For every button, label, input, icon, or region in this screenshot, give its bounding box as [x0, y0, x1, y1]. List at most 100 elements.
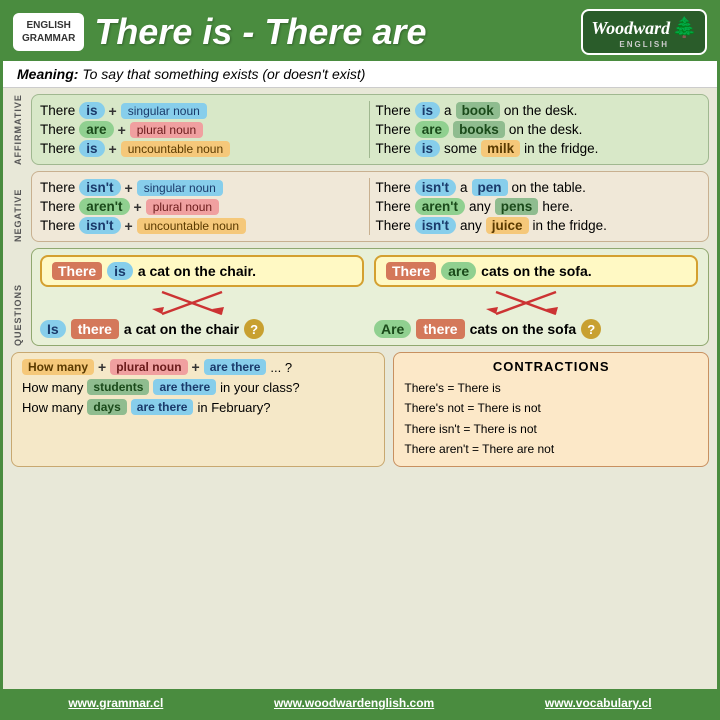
q-statement-right: There are cats on the sofa. [374, 255, 698, 287]
ex-books: books [453, 121, 505, 138]
hm-students: students [87, 379, 149, 395]
ex-end-2: on the desk. [509, 122, 583, 137]
how-many-section: How many + plural noun + are there ... ?… [11, 352, 385, 467]
questions-inner: There is a cat on the chair. [40, 255, 698, 339]
q-statement-left: There is a cat on the chair. [40, 255, 364, 287]
neg-divider [369, 178, 370, 235]
hm-arethere-2: are there [153, 379, 216, 395]
negative-label: NEGATIVE [11, 171, 25, 242]
hm-row-1: How many + plural noun + are there ... ? [22, 359, 374, 375]
negative-wrapper: NEGATIVE There isn't + singular noun The… [11, 171, 709, 242]
q-are-stmt-right: are [441, 262, 476, 280]
neg-ex-there-1: There [376, 180, 411, 195]
hm-plus-1b: + [192, 359, 200, 375]
affirmative-wrapper: AFFIRMATIVE There is + singular noun The… [11, 94, 709, 165]
questions-label: QUESTIONS [11, 248, 25, 346]
footer: www.grammar.cl www.woodwardenglish.com w… [3, 689, 717, 717]
meaning-label: Meaning: [17, 66, 78, 82]
arrow-svg-left [142, 287, 262, 319]
neg-row-2: There aren't + plural noun [40, 197, 363, 216]
neg-ex-arent-2: aren't [415, 198, 465, 215]
hm-howmany-3: How many [22, 400, 83, 415]
hm-row-2: How many students are there in your clas… [22, 379, 374, 395]
q-are-right: Are [374, 320, 411, 338]
neg-plus-3: + [125, 218, 133, 234]
contractions-title: CONTRACTIONS [404, 359, 698, 374]
logo-box: Woodward 🌲 ENGLISH [581, 9, 707, 55]
neg-there-1: There [40, 180, 75, 195]
questions-wrapper: QUESTIONS There is a cat on the chair. [11, 248, 709, 346]
arrow-svg-right [476, 287, 596, 319]
neg-ex-isnt-3: isn't [415, 217, 456, 234]
affirmative-label: AFFIRMATIVE [11, 94, 25, 165]
logo-brand: Woodward [591, 19, 670, 37]
aff-are-2: are [79, 121, 113, 138]
neg-isnt-3: isn't [79, 217, 120, 234]
contraction-item-4: There aren't = There are not [404, 439, 698, 459]
neg-ex-there-3: There [376, 218, 411, 233]
aff-noun-singular: singular noun [121, 103, 207, 119]
ex-some: some [444, 141, 477, 156]
q-right: There are cats on the sofa. [374, 255, 698, 339]
q-is-stmt-left: is [107, 262, 133, 280]
q-mark-right: ? [581, 319, 601, 339]
bottom-row: How many + plural noun + are there ... ?… [11, 352, 709, 467]
hm-text-2: in your class? [220, 380, 299, 395]
neg-ex-end-1: on the table. [512, 180, 586, 195]
footer-link-1[interactable]: www.grammar.cl [68, 696, 163, 710]
ex-are-2: are [415, 121, 449, 138]
ex-milk: milk [481, 140, 520, 157]
contraction-item-1: There's = There is [404, 378, 698, 398]
ex-there-1: There [376, 103, 411, 118]
logo-sub: ENGLISH [591, 40, 697, 49]
aff-there-3: There [40, 141, 75, 156]
negative-right: There isn't a pen on the table. There ar… [376, 178, 699, 235]
ex-is-3: is [415, 140, 440, 157]
q-there-right: there [416, 319, 464, 339]
q-question-right: Are there cats on the sofa ? [374, 319, 698, 339]
ex-is-1: is [415, 102, 440, 119]
aff-ex-1: There is a book on the desk. [376, 101, 699, 120]
leaf-icon: 🌲 [672, 15, 697, 40]
neg-ex-any-2: any [469, 199, 491, 214]
neg-there-3: There [40, 218, 75, 233]
neg-ex-isnt-1: isn't [415, 179, 456, 196]
q-there-stmt-left: There [52, 262, 102, 280]
hm-howmany-1: How many [22, 359, 94, 375]
neg-noun-plural: plural noun [146, 199, 219, 215]
contraction-item-2: There's not = There is not [404, 398, 698, 418]
neg-there-2: There [40, 199, 75, 214]
neg-plus-1: + [125, 180, 133, 196]
aff-row-1: There is + singular noun [40, 101, 363, 120]
contractions-list: There's = There is There's not = There i… [404, 378, 698, 460]
ex-end-3: in the fridge. [524, 141, 598, 156]
q-text-right: cats on the sofa [470, 321, 577, 337]
neg-row-1: There isn't + singular noun [40, 178, 363, 197]
hm-days: days [87, 399, 126, 415]
neg-noun-singular: singular noun [137, 180, 223, 196]
hm-howmany-2: How many [22, 380, 83, 395]
neg-ex-there-2: There [376, 199, 411, 214]
badge-line1: ENGLISH [22, 19, 75, 32]
aff-noun-uncountable: uncountable noun [121, 141, 230, 157]
q-is-left: Is [40, 320, 66, 338]
questions-section: There is a cat on the chair. [31, 248, 709, 346]
footer-link-3[interactable]: www.vocabulary.cl [545, 696, 652, 710]
neg-ex-2: There aren't any pens here. [376, 197, 699, 216]
footer-link-2[interactable]: www.woodwardenglish.com [274, 696, 434, 710]
q-there-stmt-right: There [386, 262, 436, 280]
content-area: AFFIRMATIVE There is + singular noun The… [3, 88, 717, 689]
neg-ex-3: There isn't any juice in the fridge. [376, 216, 699, 235]
meaning-text-content: To say that something exists (or doesn't… [82, 66, 365, 82]
q-there-left: there [71, 319, 119, 339]
header-title: There is - There are [94, 11, 571, 53]
meaning-bar: Meaning: To say that something exists (o… [3, 61, 717, 88]
q-arrows-right [374, 287, 698, 319]
affirmative-right: There is a book on the desk. There are b… [376, 101, 699, 158]
aff-there-2: There [40, 122, 75, 137]
aff-ex-2: There are books on the desk. [376, 120, 699, 139]
q-stmt-left-text: a cat on the chair. [138, 263, 256, 279]
affirmative-left: There is + singular noun There are + plu… [40, 101, 363, 158]
aff-is-3: is [79, 140, 104, 157]
aff-there-1: There [40, 103, 75, 118]
